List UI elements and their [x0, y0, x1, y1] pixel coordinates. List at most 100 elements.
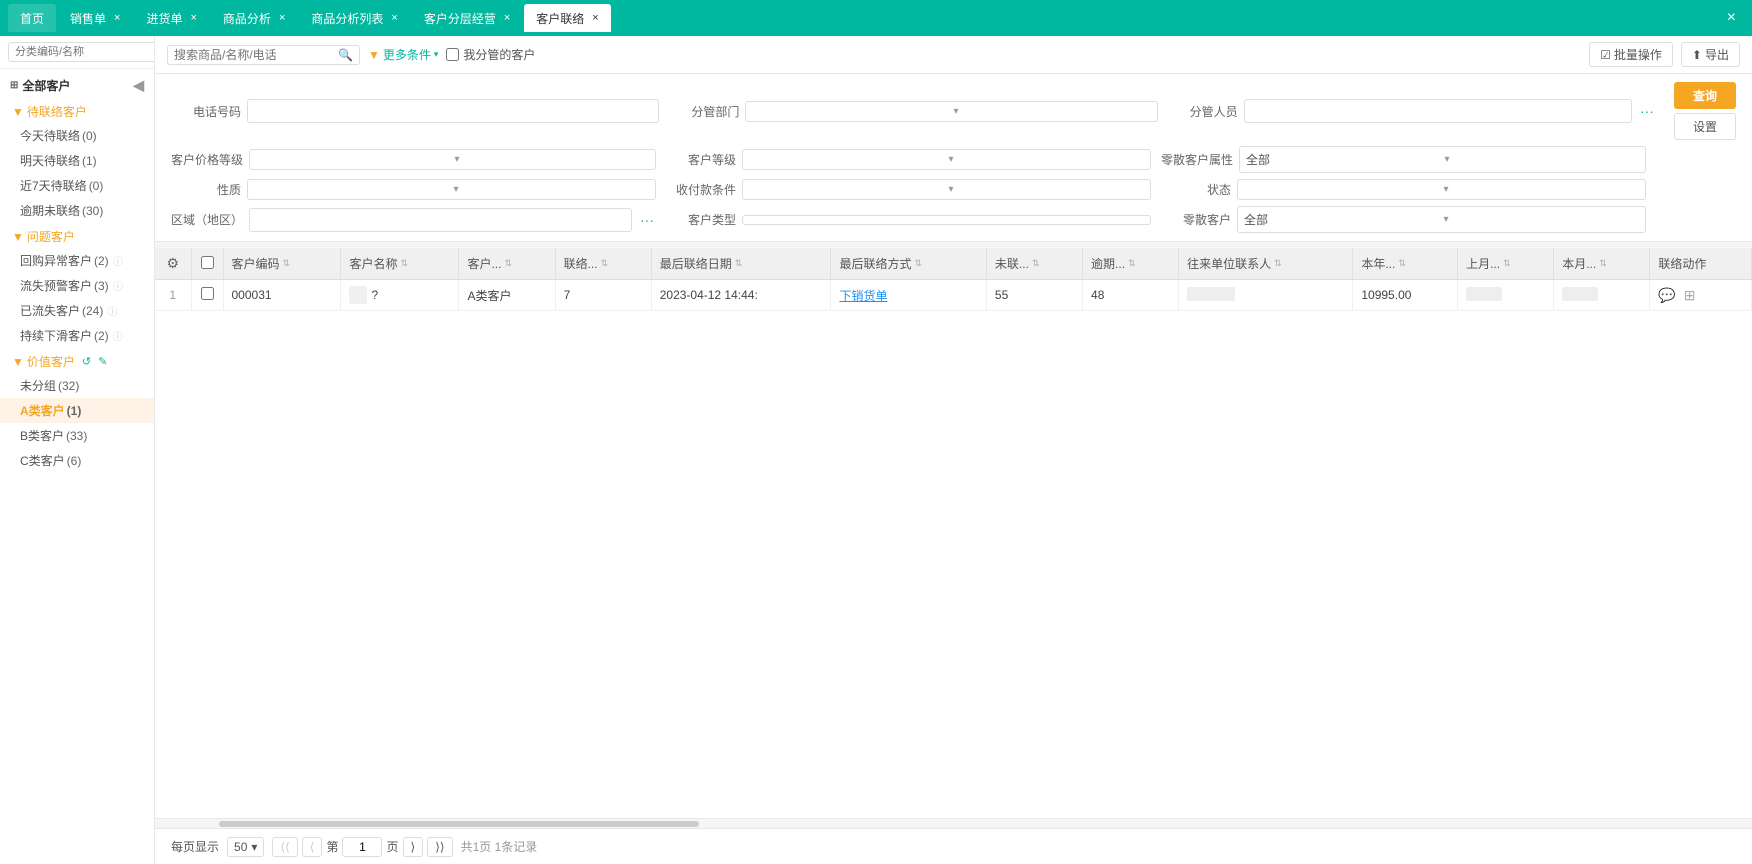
th-last-method[interactable]: 最后联络方式 ⇅	[831, 248, 986, 280]
last-month-placeholder	[1466, 287, 1502, 301]
grid-action-icon[interactable]: ⊞	[1684, 287, 1696, 304]
th-not-contacted[interactable]: 未联... ⇅	[986, 248, 1082, 280]
select-all-checkbox[interactable]	[201, 256, 214, 269]
filter-more-btn[interactable]: ▼ 更多条件 ▾	[368, 46, 438, 63]
tab-analysis-list-close[interactable]: ×	[391, 12, 397, 24]
tab-purchase[interactable]: 进货单 ×	[134, 4, 208, 32]
th-type[interactable]: 客户... ⇅	[459, 248, 555, 280]
tab-purchase-close[interactable]: ×	[190, 12, 196, 24]
sidebar-item-churned[interactable]: 已流失客户 (24) ⓘ	[0, 298, 154, 323]
region-input[interactable]	[249, 208, 632, 232]
sidebar-collapse-btn[interactable]: ◀	[133, 77, 144, 94]
manager-input[interactable]	[1244, 99, 1632, 123]
row-checkbox[interactable]	[201, 287, 214, 300]
payment-select[interactable]: ▾	[742, 179, 1151, 200]
th-code[interactable]: 客户编码 ⇅	[223, 248, 341, 280]
window-close-button[interactable]: ×	[1719, 9, 1744, 27]
th-name[interactable]: 客户名称 ⇅	[341, 248, 459, 280]
filter-search-icon[interactable]: 🔍	[338, 48, 353, 62]
all-customers-header[interactable]: ⊞ 全部客户 ◀	[0, 69, 154, 98]
page-size-select[interactable]: 50 ▾	[227, 837, 264, 857]
sidebar-item-overdue[interactable]: 逾期未联络 (30)	[0, 198, 154, 223]
churned-info-icon[interactable]: ⓘ	[107, 303, 117, 318]
tab-customer-contact[interactable]: 客户联络 ×	[524, 4, 610, 32]
manager-field: 分管人员 ···	[1168, 99, 1656, 123]
status-select[interactable]: ▾	[1237, 179, 1646, 200]
tab-customer-segment-close[interactable]: ×	[504, 12, 510, 24]
th-this-month[interactable]: 本月... ⇅	[1554, 248, 1650, 280]
query-button[interactable]: 查询	[1674, 82, 1736, 109]
first-page-btn[interactable]: ⟨⟨	[272, 837, 297, 857]
tab-sales-close[interactable]: ×	[114, 12, 120, 24]
manager-dots[interactable]: ···	[1640, 103, 1654, 119]
customer-grade-select[interactable]: ▾	[742, 149, 1151, 170]
sidebar-item-tomorrow[interactable]: 明天待联络 (1)	[0, 148, 154, 173]
overdue-label: 逾期未联络	[20, 202, 80, 219]
tab-analysis[interactable]: 商品分析 ×	[211, 4, 297, 32]
filter-search-input[interactable]	[174, 48, 334, 62]
row-company-contacts	[1179, 280, 1353, 311]
tab-analysis-list[interactable]: 商品分析列表 ×	[299, 4, 409, 32]
bulk-op-button[interactable]: ☑ 批量操作	[1589, 42, 1673, 67]
filter-bar: 🔍 ▼ 更多条件 ▾ 我分管的客户 ☑ 批量操作 ⬆ 导出	[155, 36, 1752, 74]
th-overdue[interactable]: 逾期... ⇅	[1083, 248, 1179, 280]
region-dots[interactable]: ···	[640, 212, 654, 228]
filter-more-chevron: ▾	[434, 49, 439, 60]
scroll-thumb[interactable]	[219, 821, 699, 827]
retail-customer-field: 零散客户 全部 ▾	[1161, 206, 1646, 233]
phone-input[interactable]	[247, 99, 659, 123]
sidebar-item-7days[interactable]: 近7天待联络 (0)	[0, 173, 154, 198]
retail-customer-select[interactable]: 全部 ▾	[1237, 206, 1646, 233]
last-page-btn[interactable]: ⟩⟩	[427, 837, 452, 857]
pending-group-label[interactable]: ▼ 待联络客户	[0, 98, 154, 123]
value-group-edit-icon[interactable]: ✎	[98, 355, 107, 368]
my-customers-filter[interactable]: 我分管的客户	[446, 46, 535, 63]
th-last-date[interactable]: 最后联络日期 ⇅	[651, 248, 831, 280]
sidebar-item-unclassified[interactable]: 未分组 (32)	[0, 373, 154, 398]
export-button[interactable]: ⬆ 导出	[1681, 42, 1740, 67]
prev-page-btn[interactable]: ⟨	[302, 837, 323, 857]
th-gear[interactable]: ⚙	[155, 248, 191, 280]
nature-select[interactable]: ▾	[247, 179, 656, 200]
problem-group-label[interactable]: ▼ 问题客户	[0, 223, 154, 248]
tab-sales[interactable]: 销售单 ×	[58, 4, 132, 32]
sidebar-search-input[interactable]	[8, 42, 155, 62]
retail-attr-select[interactable]: 全部 ▾	[1239, 146, 1646, 173]
tab-customer-segment[interactable]: 客户分层经营 ×	[412, 4, 522, 32]
value-group-refresh-icon[interactable]: ↺	[82, 355, 91, 368]
th-company-contacts[interactable]: 往来单位联系人 ⇅	[1179, 248, 1353, 280]
row-checkbox-cell[interactable]	[191, 280, 223, 311]
th-last-month[interactable]: 上月... ⇅	[1458, 248, 1554, 280]
value-group-label[interactable]: ▼ 价值客户 ↺ ✎	[0, 348, 154, 373]
sidebar-item-a-class[interactable]: A类客户 (1)	[0, 398, 154, 423]
tab-customer-contact-close[interactable]: ×	[592, 12, 598, 24]
sidebar-item-abnormal[interactable]: 回购异常客户 (2) ⓘ	[0, 248, 154, 273]
price-grade-select[interactable]: ▾	[249, 149, 656, 170]
sidebar-item-today[interactable]: 今天待联络 (0)	[0, 123, 154, 148]
sidebar-item-b-class[interactable]: B类客户 (33)	[0, 423, 154, 448]
abnormal-info-icon[interactable]: ⓘ	[113, 253, 123, 268]
settings-button[interactable]: 设置	[1674, 113, 1736, 140]
gear-icon[interactable]: ⚙	[166, 255, 179, 271]
table-header-row: ⚙ 客户编码 ⇅ 客户名称	[155, 248, 1752, 280]
declining-info-icon[interactable]: ⓘ	[113, 328, 123, 343]
th-contacts[interactable]: 联络... ⇅	[555, 248, 651, 280]
last-method-link[interactable]: 下销货单	[839, 289, 887, 303]
page-input[interactable]	[342, 837, 382, 857]
th-checkbox[interactable]	[191, 248, 223, 280]
sidebar-item-c-class[interactable]: C类客户 (6)	[0, 448, 154, 473]
dept-select[interactable]: ▾	[745, 101, 1157, 122]
tab-analysis-close[interactable]: ×	[279, 12, 285, 24]
chat-action-icon[interactable]: 💬	[1658, 287, 1675, 304]
next-page-btn[interactable]: ⟩	[403, 837, 424, 857]
th-this-month-sort: ⇅	[1599, 258, 1607, 269]
sidebar-item-declining[interactable]: 持续下滑客户 (2) ⓘ	[0, 323, 154, 348]
table-scroll-bar[interactable]	[155, 818, 1752, 828]
row-index: 1	[155, 280, 191, 311]
churn-warning-info-icon[interactable]: ⓘ	[113, 278, 123, 293]
my-customers-checkbox[interactable]	[446, 48, 459, 61]
tab-home[interactable]: 首页	[8, 4, 56, 32]
sidebar-item-churn-warning[interactable]: 流失预警客户 (3) ⓘ	[0, 273, 154, 298]
customer-type-select[interactable]	[742, 215, 1151, 225]
th-this-year[interactable]: 本年... ⇅	[1353, 248, 1458, 280]
